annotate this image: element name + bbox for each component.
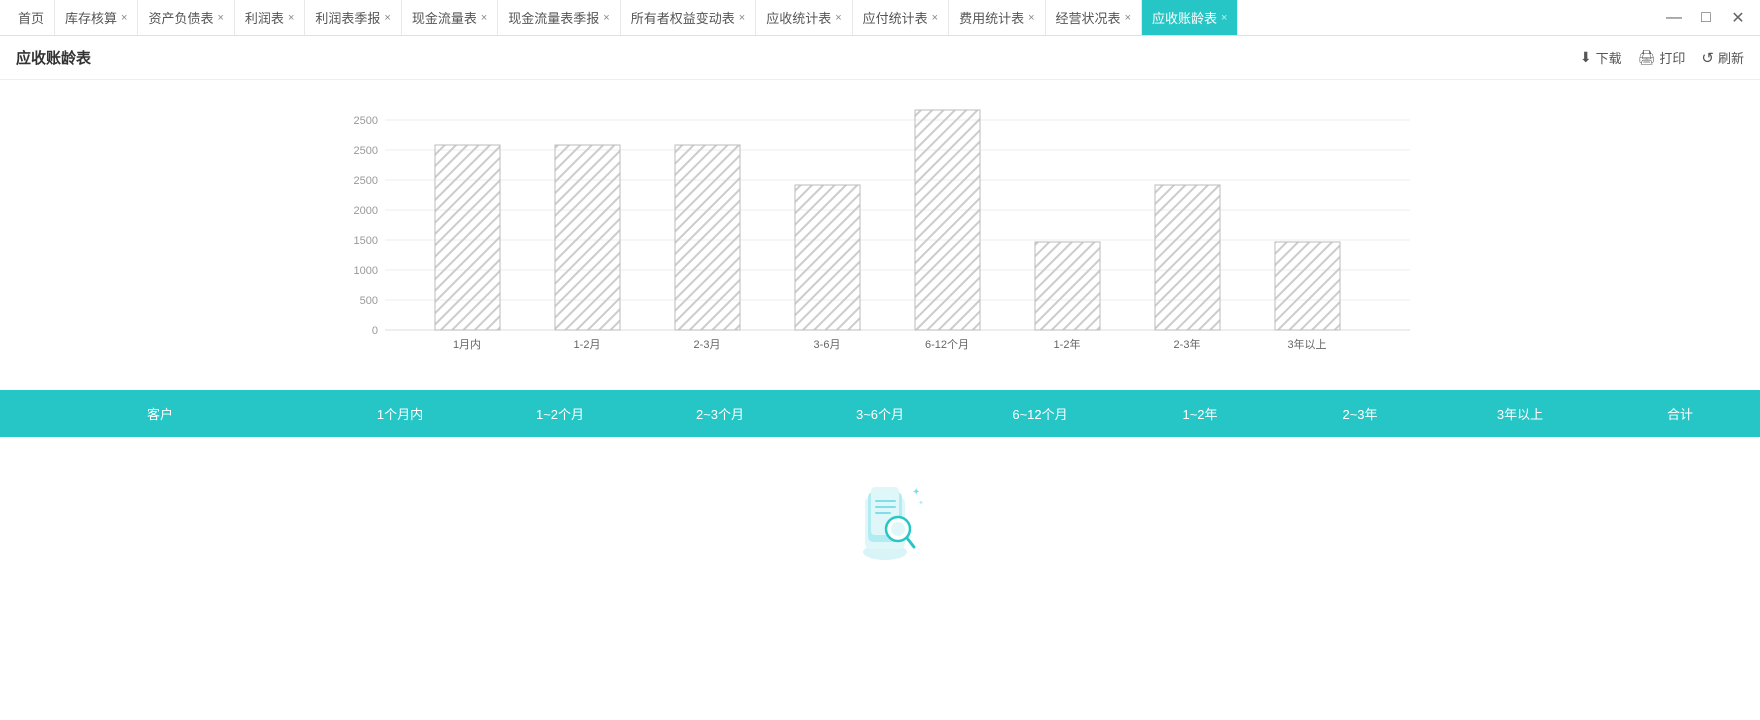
svg-text:2-3年: 2-3年 <box>1174 337 1201 351</box>
tab-label-ar-stats: 应收统计表 <box>766 8 831 27</box>
tab-label-equity: 所有者权益变动表 <box>631 8 735 27</box>
svg-text:0: 0 <box>372 325 378 337</box>
empty-icon: ✦ ✦ <box>840 477 920 557</box>
tab-close-cashflow[interactable]: × <box>481 12 487 24</box>
refresh-button[interactable]: ↺ 刷新 <box>1701 48 1744 67</box>
tab-profit[interactable]: 利润表 × <box>235 0 305 36</box>
tab-ar-aging[interactable]: 应收账龄表 × <box>1142 0 1238 36</box>
svg-text:1-2年: 1-2年 <box>1054 337 1081 351</box>
refresh-icon: ↺ <box>1701 49 1714 67</box>
maximize-button[interactable]: □ <box>1692 4 1720 32</box>
tab-close-inventory[interactable]: × <box>121 12 127 24</box>
table-header-col-5: 6~12个月 <box>960 390 1120 437</box>
svg-text:2-3月: 2-3月 <box>694 339 721 351</box>
tab-home[interactable]: 首页 <box>8 0 55 36</box>
bar-1月内 <box>435 145 500 330</box>
bar-1-2月 <box>555 145 620 330</box>
svg-text:2000: 2000 <box>354 205 378 217</box>
header-actions: ⬇ 下载 🖨 打印 ↺ 刷新 <box>1580 48 1744 67</box>
svg-text:1500: 1500 <box>354 235 378 247</box>
print-button[interactable]: 🖨 打印 <box>1638 48 1686 67</box>
tab-operations[interactable]: 经营状况表 × <box>1046 0 1142 36</box>
tab-close-operations[interactable]: × <box>1125 12 1131 24</box>
bar-2-3年 <box>1155 185 1220 330</box>
svg-text:✦: ✦ <box>918 499 924 507</box>
table-header-col-7: 2~3年 <box>1280 390 1440 437</box>
tab-inventory[interactable]: 库存核算 × <box>55 0 138 36</box>
table-header-col-8: 3年以上 <box>1440 390 1600 437</box>
svg-text:1-2月: 1-2月 <box>574 339 601 351</box>
tab-label-operations: 经营状况表 <box>1056 8 1121 27</box>
svg-text:1月内: 1月内 <box>453 337 481 351</box>
tab-balance[interactable]: 资产负债表 × <box>138 0 234 36</box>
tab-close-ar-aging[interactable]: × <box>1221 12 1227 24</box>
print-icon: 🖨 <box>1638 49 1656 66</box>
tab-close-ap-stats[interactable]: × <box>932 12 938 24</box>
tab-close-profit[interactable]: × <box>288 12 294 24</box>
page-header: 应收账龄表 ⬇ 下载 🖨 打印 ↺ 刷新 <box>0 36 1760 80</box>
bar-chart: 0 500 1000 1500 2000 2500 2500 2500 1月内 … <box>330 100 1430 380</box>
bar-1-2年 <box>1035 242 1100 330</box>
table-header-col-3: 2~3个月 <box>640 390 800 437</box>
tab-label-profit: 利润表 <box>245 8 284 27</box>
svg-text:6-12个月: 6-12个月 <box>925 338 969 351</box>
bar-3年以上 <box>1275 242 1340 330</box>
print-label: 打印 <box>1659 48 1685 67</box>
window-controls: — □ ✕ <box>1660 4 1752 32</box>
tab-close-balance[interactable]: × <box>217 12 223 24</box>
download-label: 下载 <box>1596 48 1622 67</box>
svg-text:2500: 2500 <box>354 115 378 127</box>
svg-text:500: 500 <box>360 295 378 307</box>
tab-close-expense-stats[interactable]: × <box>1028 12 1034 24</box>
tab-bar: 首页 库存核算×资产负债表×利润表×利润表季报×现金流量表×现金流量表季报×所有… <box>0 0 1760 36</box>
table-header-col-2: 1~2个月 <box>480 390 640 437</box>
tab-close-equity[interactable]: × <box>739 12 745 24</box>
tab-equity[interactable]: 所有者权益变动表 × <box>621 0 756 36</box>
svg-text:3年以上: 3年以上 <box>1287 337 1326 351</box>
download-button[interactable]: ⬇ 下载 <box>1580 48 1622 67</box>
tab-label-expense-stats: 费用统计表 <box>959 8 1024 27</box>
svg-text:2500: 2500 <box>354 145 378 157</box>
tab-cashflow-quarterly[interactable]: 现金流量表季报 × <box>498 0 620 36</box>
bar-3-6月 <box>795 185 860 330</box>
svg-text:✦: ✦ <box>912 487 920 498</box>
tab-ar-stats[interactable]: 应收统计表 × <box>756 0 852 36</box>
tab-profit-quarterly[interactable]: 利润表季报 × <box>305 0 401 36</box>
chart-container: 0 500 1000 1500 2000 2500 2500 2500 1月内 … <box>40 100 1720 380</box>
tab-label-ap-stats: 应付统计表 <box>863 8 928 27</box>
table-header-col-9: 合计 <box>1600 390 1760 437</box>
tab-label-balance: 资产负债表 <box>148 8 213 27</box>
tab-home-label: 首页 <box>18 8 44 27</box>
table-header-col-6: 1~2年 <box>1120 390 1280 437</box>
tab-label-ar-aging: 应收账龄表 <box>1152 8 1217 27</box>
tab-label-profit-quarterly: 利润表季报 <box>315 8 380 27</box>
tab-label-cashflow-quarterly: 现金流量表季报 <box>508 8 599 27</box>
minimize-button[interactable]: — <box>1660 4 1688 32</box>
refresh-label: 刷新 <box>1718 48 1744 67</box>
page-title: 应收账龄表 <box>16 47 91 68</box>
table-header-col-1: 1个月内 <box>320 390 480 437</box>
tab-close-ar-stats[interactable]: × <box>835 12 841 24</box>
table-header-col-4: 3~6个月 <box>800 390 960 437</box>
svg-text:3-6月: 3-6月 <box>814 339 841 351</box>
tab-cashflow[interactable]: 现金流量表 × <box>402 0 498 36</box>
bar-2-3月 <box>675 145 740 330</box>
tab-close-cashflow-quarterly[interactable]: × <box>603 12 609 24</box>
tab-expense-stats[interactable]: 费用统计表 × <box>949 0 1045 36</box>
svg-text:2500: 2500 <box>354 175 378 187</box>
table-header: 客户1个月内1~2个月2~3个月3~6个月6~12个月1~2年2~3年3年以上合… <box>0 390 1760 437</box>
download-icon: ⬇ <box>1580 49 1592 66</box>
tab-ap-stats[interactable]: 应付统计表 × <box>853 0 949 36</box>
chart-area: 0 500 1000 1500 2000 2500 2500 2500 1月内 … <box>0 80 1760 390</box>
bar-6-12月 <box>915 110 980 330</box>
table-header-col-0: 客户 <box>0 390 320 437</box>
empty-state: ✦ ✦ <box>0 437 1760 587</box>
tab-close-profit-quarterly[interactable]: × <box>384 12 390 24</box>
tab-label-inventory: 库存核算 <box>65 8 117 27</box>
close-button[interactable]: ✕ <box>1724 4 1752 32</box>
main-content: 0 500 1000 1500 2000 2500 2500 2500 1月内 … <box>0 80 1760 720</box>
svg-text:1000: 1000 <box>354 265 378 277</box>
tab-label-cashflow: 现金流量表 <box>412 8 477 27</box>
